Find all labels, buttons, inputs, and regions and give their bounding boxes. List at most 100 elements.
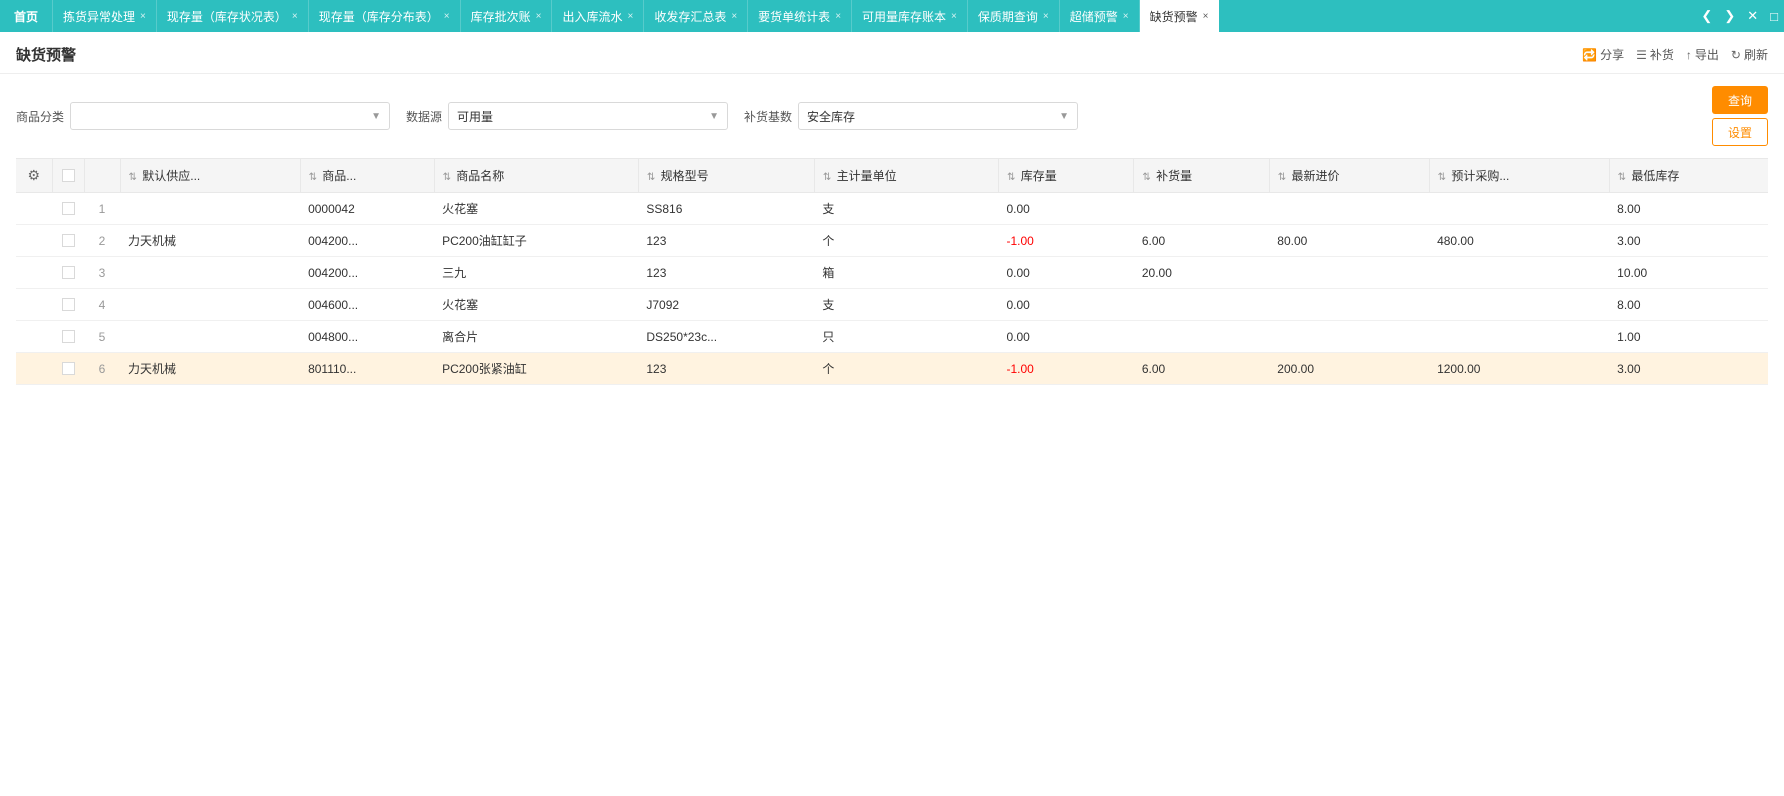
- col-unit-header[interactable]: ⇅ 主计量单位: [814, 159, 998, 193]
- row-settings-5: [16, 353, 52, 385]
- row-replenish-qty-0: [1134, 193, 1269, 225]
- row-replenish-qty-1: 6.00: [1134, 225, 1269, 257]
- row-product-code-0: 0000042: [300, 193, 434, 225]
- row-latest-price-4: [1269, 321, 1429, 353]
- datasource-value: 可用量: [457, 108, 493, 125]
- col-estimated-purchase-header[interactable]: ⇅ 预计采购...: [1429, 159, 1609, 193]
- settings-gear-icon[interactable]: ⚙: [27, 167, 40, 183]
- category-select[interactable]: ▼: [70, 102, 390, 130]
- tab-prev-button[interactable]: ❮: [1695, 0, 1718, 32]
- category-label: 商品分类: [16, 108, 64, 125]
- tab-inout-flow[interactable]: 出入库流水 ×: [552, 0, 644, 32]
- row-checkbox-2[interactable]: [62, 266, 75, 279]
- row-index-3: 4: [84, 289, 120, 321]
- replenish-basis-select[interactable]: 安全库存 ▼: [798, 102, 1078, 130]
- row-spec-2: 123: [638, 257, 814, 289]
- row-checkbox-1[interactable]: [62, 234, 75, 247]
- close-overstock-tab[interactable]: ×: [1123, 11, 1129, 22]
- close-batch-account-tab[interactable]: ×: [536, 11, 542, 22]
- close-shortage-tab[interactable]: ×: [1203, 11, 1209, 22]
- row-index-5: 6: [84, 353, 120, 385]
- tab-expiry-query[interactable]: 保质期查询 ×: [968, 0, 1060, 32]
- tab-batch-account[interactable]: 库存批次账 ×: [461, 0, 553, 32]
- tab-shortage[interactable]: 缺货预警 ×: [1140, 0, 1220, 32]
- datasource-filter-group: 数据源 可用量 ▼: [406, 102, 728, 130]
- row-latest-price-2: [1269, 257, 1429, 289]
- col-settings: ⚙: [16, 159, 52, 193]
- tab-inventory-status[interactable]: 现存量（库存状况表） ×: [157, 0, 309, 32]
- row-stock-5: -1.00: [998, 353, 1133, 385]
- share-button[interactable]: 🔁 分享: [1582, 46, 1624, 63]
- close-inout-flow-tab[interactable]: ×: [627, 11, 633, 22]
- tab-home[interactable]: 首页: [0, 0, 53, 32]
- col-product-code-header[interactable]: ⇅ 商品...: [300, 159, 434, 193]
- row-supplier-1: 力天机械: [120, 225, 300, 257]
- tab-bar: 首页 拣货异常处理 × 现存量（库存状况表） × 现存量（库存分布表） × 库存…: [0, 0, 1784, 32]
- row-settings-4: [16, 321, 52, 353]
- row-replenish-qty-3: [1134, 289, 1269, 321]
- query-button[interactable]: 查询: [1712, 86, 1768, 114]
- row-supplier-3: [120, 289, 300, 321]
- row-spec-5: 123: [638, 353, 814, 385]
- row-unit-3: 支: [814, 289, 998, 321]
- select-all-checkbox[interactable]: [62, 169, 75, 182]
- filter-bar: 商品分类 ▼ 数据源 可用量 ▼ 补货基数 安全库存 ▼ 查询 设置: [0, 74, 1784, 158]
- row-replenish-qty-5: 6.00: [1134, 353, 1269, 385]
- col-supplier-header[interactable]: ⇅ 默认供应...: [120, 159, 300, 193]
- col-stock-header[interactable]: ⇅ 库存量: [998, 159, 1133, 193]
- col-product-name-header[interactable]: ⇅ 商品名称: [434, 159, 638, 193]
- row-estimated-purchase-4: [1429, 321, 1609, 353]
- tab-available-ledger[interactable]: 可用量库存账本 ×: [852, 0, 968, 32]
- tab-next-button[interactable]: ❯: [1718, 0, 1741, 32]
- close-expiry-query-tab[interactable]: ×: [1043, 11, 1049, 22]
- row-supplier-4: [120, 321, 300, 353]
- close-collect-summary-tab[interactable]: ×: [731, 11, 737, 22]
- row-supplier-5: 力天机械: [120, 353, 300, 385]
- refresh-button[interactable]: ↻ 刷新: [1731, 46, 1768, 63]
- main-content: 缺货预警 🔁 分享 ☰ 补货 ↑ 导出 ↻ 刷新 商品分类: [0, 32, 1784, 796]
- data-table: ⚙ ⇅ 默认供应... ⇅ 商品... ⇅: [16, 158, 1768, 385]
- export-button[interactable]: ↑ 导出: [1686, 46, 1719, 63]
- tab-close-all-button[interactable]: ✕: [1741, 0, 1764, 32]
- latest-price-sort-icon: ⇅: [1278, 172, 1286, 183]
- table-container: ⚙ ⇅ 默认供应... ⇅ 商品... ⇅: [0, 158, 1784, 385]
- table-header-row: ⚙ ⇅ 默认供应... ⇅ 商品... ⇅: [16, 159, 1768, 193]
- filter-actions: 查询 设置: [1712, 86, 1768, 146]
- close-exception-tab[interactable]: ×: [140, 11, 146, 22]
- estimated-purchase-sort-icon: ⇅: [1438, 172, 1446, 183]
- table-body: 1 0000042 火花塞 SS816 支 0.00 8.00 2 力天机械 0…: [16, 193, 1768, 385]
- row-checkbox-cell-0: [52, 193, 84, 225]
- row-settings-1: [16, 225, 52, 257]
- close-order-stats-tab[interactable]: ×: [835, 11, 841, 22]
- tab-expand-button[interactable]: □: [1764, 0, 1784, 32]
- close-inventory-status-tab[interactable]: ×: [292, 11, 298, 22]
- datasource-select[interactable]: 可用量 ▼: [448, 102, 728, 130]
- col-min-stock-header[interactable]: ⇅ 最低库存: [1609, 159, 1768, 193]
- tab-exception[interactable]: 拣货异常处理 ×: [53, 0, 157, 32]
- col-spec-header[interactable]: ⇅ 规格型号: [638, 159, 814, 193]
- product-code-sort-icon: ⇅: [309, 172, 317, 183]
- row-checkbox-5[interactable]: [62, 362, 75, 375]
- col-replenish-qty-header[interactable]: ⇅ 补货量: [1134, 159, 1269, 193]
- row-stock-3: 0.00: [998, 289, 1133, 321]
- tab-order-stats[interactable]: 要货单统计表 ×: [748, 0, 852, 32]
- row-checkbox-3[interactable]: [62, 298, 75, 311]
- row-index-2: 3: [84, 257, 120, 289]
- row-latest-price-0: [1269, 193, 1429, 225]
- tab-inventory-dist[interactable]: 现存量（库存分布表） ×: [309, 0, 461, 32]
- replenish-button[interactable]: ☰ 补货: [1636, 46, 1674, 63]
- col-latest-price-header[interactable]: ⇅ 最新进价: [1269, 159, 1429, 193]
- settings-button[interactable]: 设置: [1712, 118, 1768, 146]
- close-inventory-dist-tab[interactable]: ×: [444, 11, 450, 22]
- share-icon: 🔁: [1582, 48, 1597, 62]
- replenish-basis-filter-group: 补货基数 安全库存 ▼: [744, 102, 1078, 130]
- row-min-stock-3: 8.00: [1609, 289, 1768, 321]
- tab-collect-summary[interactable]: 收发存汇总表 ×: [644, 0, 748, 32]
- row-latest-price-1: 80.00: [1269, 225, 1429, 257]
- row-replenish-qty-4: [1134, 321, 1269, 353]
- row-checkbox-4[interactable]: [62, 330, 75, 343]
- tab-overstock[interactable]: 超储预警 ×: [1060, 0, 1140, 32]
- row-product-code-4: 004800...: [300, 321, 434, 353]
- close-available-ledger-tab[interactable]: ×: [951, 11, 957, 22]
- row-checkbox-0[interactable]: [62, 202, 75, 215]
